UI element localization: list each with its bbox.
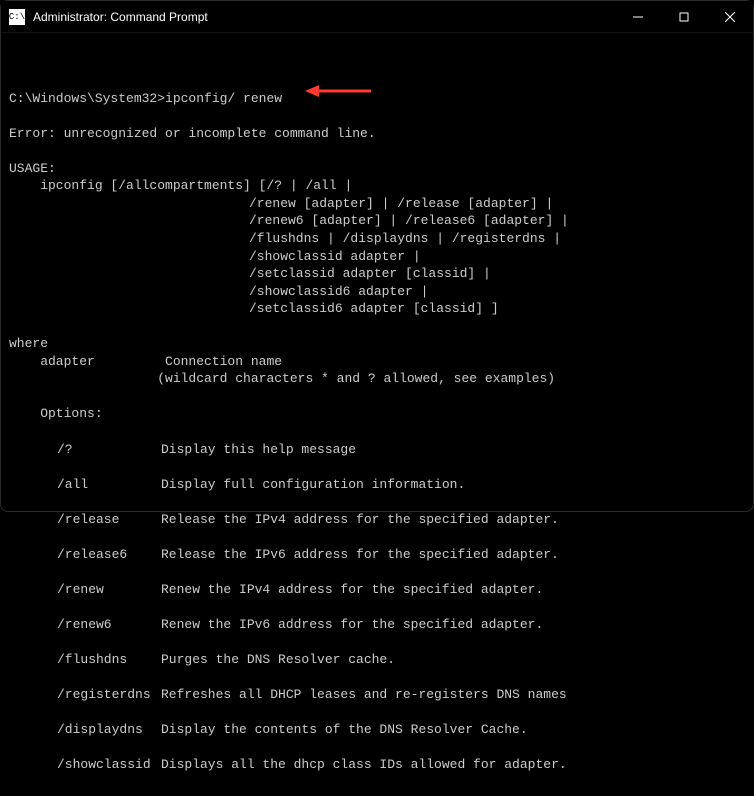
option-desc: Purges the DNS Resolver cache. [161,651,745,669]
titlebar: C:\ Administrator: Command Prompt [1,1,753,33]
option-flag: /? [9,441,161,459]
usage-line: /renew6 [adapter] | /release6 [adapter] … [9,212,745,230]
option-desc: Displays all the dhcp class IDs allowed … [161,756,745,774]
option-desc: Refreshes all DHCP leases and re-registe… [161,686,745,704]
option-flag: /renew [9,581,161,599]
option-flag: /release6 [9,546,161,564]
option-desc: Display this help message [161,441,745,459]
usage-line: /renew [adapter] | /release [adapter] | [9,195,745,213]
usage-line: /showclassid6 adapter | [9,283,745,301]
option-desc: Release the IPv4 address for the specifi… [161,511,745,529]
option-desc: Renew the IPv6 address for the specified… [161,616,745,634]
maximize-button[interactable] [661,1,707,32]
option-flag: /all [9,476,161,494]
blank-line [9,72,745,90]
minimize-button[interactable] [615,1,661,32]
usage-line: /showclassid adapter | [9,248,745,266]
blank-line [9,388,745,406]
usage-line: /flushdns | /displaydns | /registerdns | [9,230,745,248]
option-row: /registerdnsRefreshes all DHCP leases an… [9,686,745,704]
usage-line: /setclassid6 adapter [classid] ] [9,300,745,318]
option-row: /renewRenew the IPv4 address for the spe… [9,581,745,599]
option-desc: Renew the IPv4 address for the specified… [161,581,745,599]
blank-line [9,107,745,125]
prompt-path: C:\Windows\System32> [9,91,165,106]
option-flag: /showclassid [9,756,161,774]
window-title: Administrator: Command Prompt [33,10,615,24]
where-header: where [9,335,745,353]
window-controls [615,1,753,32]
option-row: /showclassidDisplays all the dhcp class … [9,756,745,774]
blank-line [9,318,745,336]
terminal-area[interactable]: C:\Windows\System32>ipconfig/ renew Erro… [1,33,753,796]
option-flag: /registerdns [9,686,161,704]
options-header: Options: [9,405,745,423]
usage-line: /setclassid adapter [classid] | [9,265,745,283]
option-row: /flushdnsPurges the DNS Resolver cache. [9,651,745,669]
option-flag: /renew6 [9,616,161,634]
option-row: /releaseRelease the IPv4 address for the… [9,511,745,529]
option-row: /release6Release the IPv6 address for th… [9,546,745,564]
close-button[interactable] [707,1,753,32]
option-flag: /flushdns [9,651,161,669]
option-row: /allDisplay full configuration informati… [9,476,745,494]
error-line: Error: unrecognized or incomplete comman… [9,125,745,143]
option-flag: /release [9,511,161,529]
prompt-line: C:\Windows\System32>ipconfig/ renew [9,90,745,108]
option-desc: Release the IPv6 address for the specifi… [161,546,745,564]
where-adapter: adapter Connection name [9,353,745,371]
option-desc: Display full configuration information. [161,476,745,494]
usage-header: USAGE: [9,160,745,178]
option-row: /displaydnsDisplay the contents of the D… [9,721,745,739]
cmd-icon: C:\ [9,9,25,25]
blank-line [9,142,745,160]
option-desc: Display the contents of the DNS Resolver… [161,721,745,739]
where-note: (wildcard characters * and ? allowed, se… [9,370,745,388]
typed-command: ipconfig/ renew [165,91,282,106]
option-row: /?Display this help message [9,441,745,459]
option-flag: /displaydns [9,721,161,739]
option-row: /renew6Renew the IPv6 address for the sp… [9,616,745,634]
usage-main: ipconfig [/allcompartments] [/? | /all | [9,177,745,195]
